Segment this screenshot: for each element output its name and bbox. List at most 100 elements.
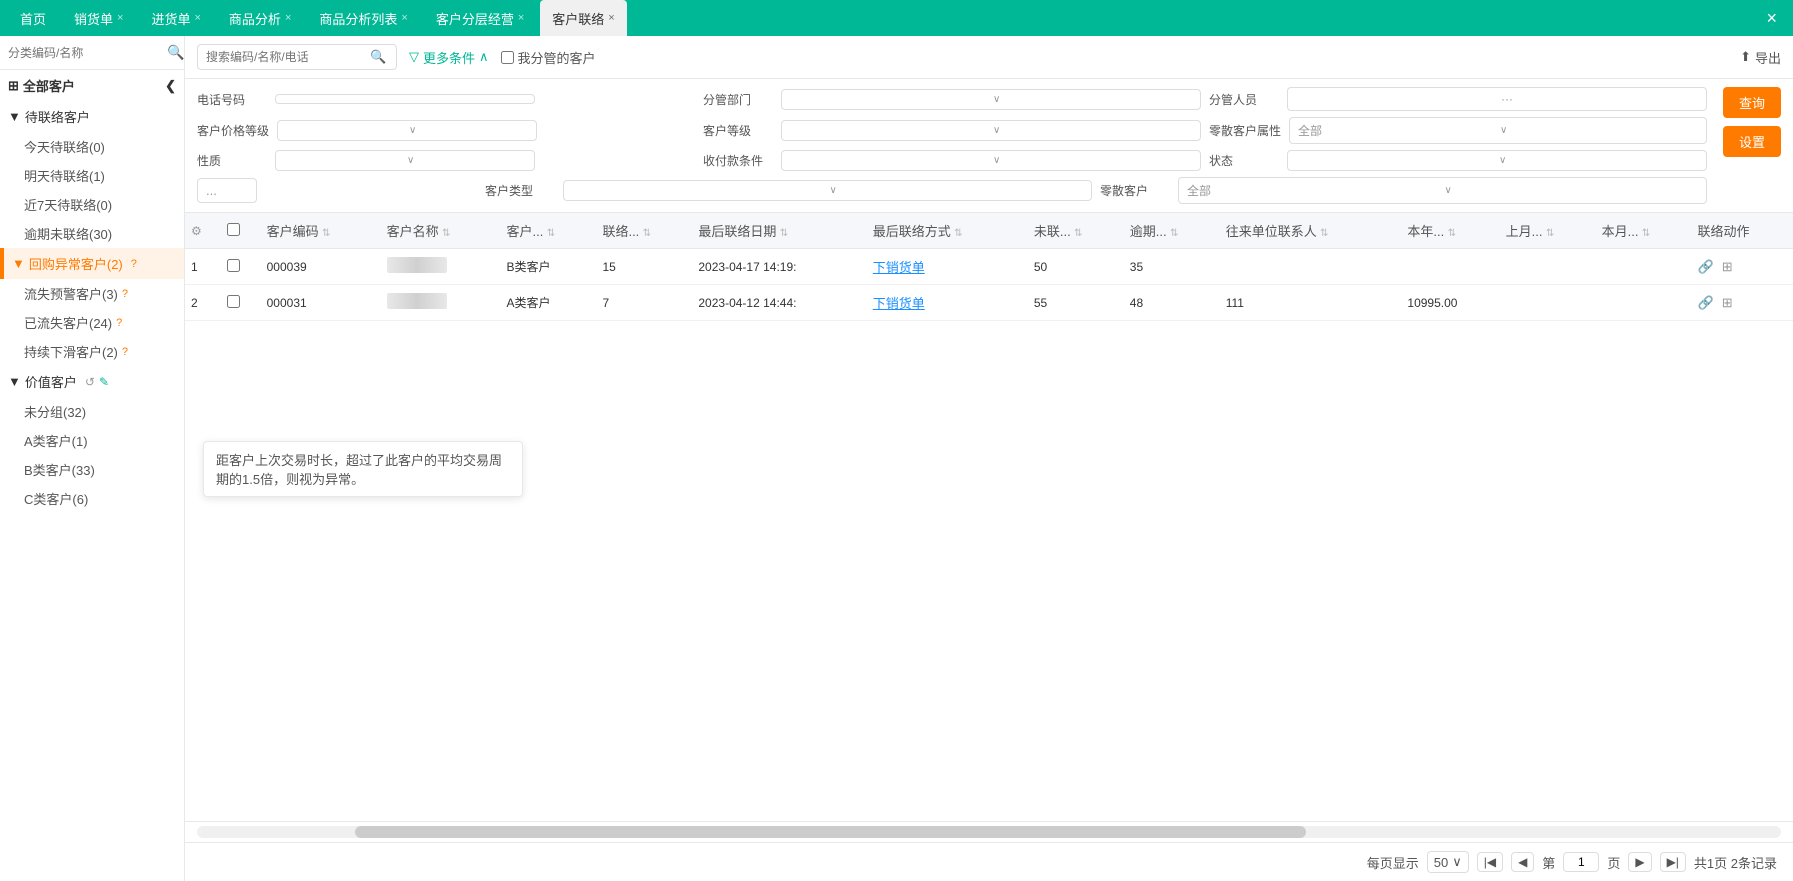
sidebar-item-churn-warning[interactable]: 流失预警客户(3) ? — [0, 279, 184, 308]
th-settings[interactable]: ⚙ — [185, 213, 221, 249]
my-customers-checkbox[interactable]: 我分管的客户 — [501, 48, 596, 67]
close-icon[interactable]: × — [518, 12, 524, 24]
sidebar-item-7days[interactable]: 近7天待联络(0) — [0, 190, 184, 219]
td-overdue: 48 — [1124, 285, 1220, 321]
filter-retail-customer-select[interactable]: 全部 ∨ — [1178, 177, 1707, 204]
filter-payment-select[interactable]: ∨ — [781, 150, 1201, 171]
close-icon[interactable]: × — [608, 12, 614, 24]
link-action-icon[interactable]: 🔗 — [1698, 295, 1714, 311]
filter-row-4: ... 客户类型 ∨ 零散客户 — [197, 177, 1707, 204]
help-icon-warn[interactable]: ? — [122, 288, 128, 300]
sidebar-section-value[interactable]: ▼ 价值客户 ↺ ✎ — [0, 366, 184, 397]
td-contacts — [1220, 249, 1402, 285]
filter-price-select[interactable]: ∨ — [277, 120, 537, 141]
filter-level-select[interactable]: ∨ — [781, 120, 1201, 141]
sidebar-item-churned[interactable]: 已流失客户(24) ? — [0, 308, 184, 337]
filter-area: 电话号码 分管部门 ∨ — [185, 79, 1793, 213]
next-page-button[interactable]: ▶ — [1628, 852, 1651, 872]
refresh-icon[interactable]: ↺ — [85, 375, 95, 389]
nav-tab-analysis[interactable]: 商品分析 × — [217, 0, 303, 36]
filter-status-select[interactable]: ∨ — [1287, 150, 1707, 171]
sidebar-item-rebuy-abnormal[interactable]: ▼ 回购异常客户(2) ? — [4, 248, 184, 279]
sidebar-item-today[interactable]: 今天待联络(0) — [0, 132, 184, 161]
filter-icon: ▽ — [409, 49, 419, 65]
th-type[interactable]: 客户... ⇅ — [501, 213, 597, 249]
filter-manager-select[interactable]: ··· — [1287, 87, 1707, 111]
page-input[interactable] — [1563, 852, 1599, 872]
th-last-method[interactable]: 最后联络方式 ⇅ — [867, 213, 1028, 249]
th-year[interactable]: 本年... ⇅ — [1401, 213, 1499, 249]
nav-tab-purchase[interactable]: 进货单 × — [139, 0, 212, 36]
filter-retail-select[interactable]: 全部 ∨ — [1289, 117, 1707, 144]
help-icon-declining[interactable]: ? — [122, 346, 128, 358]
th-name[interactable]: 客户名称 ⇅ — [381, 213, 501, 249]
sidebar-section-pending[interactable]: ▼ 待联络客户 — [0, 101, 184, 132]
sidebar-all-customers[interactable]: ⊞ 全部客户 ❮ — [0, 70, 184, 101]
nav-tab-home[interactable]: 首页 — [8, 0, 58, 36]
filter-phone-select[interactable] — [275, 94, 535, 104]
search-input[interactable] — [206, 50, 366, 64]
close-icon[interactable]: × — [285, 12, 291, 24]
filter-gender-select[interactable]: ∨ — [275, 150, 535, 171]
query-button[interactable]: 查询 — [1723, 87, 1781, 118]
export-button[interactable]: ⬆ 导出 — [1740, 48, 1781, 67]
horizontal-scrollbar[interactable] — [185, 821, 1793, 842]
help-icon-churned[interactable]: ? — [116, 317, 122, 329]
more-conditions-button[interactable]: ▽ 更多条件 ∧ — [409, 48, 489, 67]
search-icon[interactable]: 🔍 — [167, 44, 184, 61]
sidebar-item-ungroup[interactable]: 未分组(32) — [0, 397, 184, 426]
filter-customer-type-select[interactable]: ∨ — [563, 180, 1092, 201]
edit-icon[interactable]: ✎ — [99, 375, 109, 389]
row-checkbox[interactable] — [227, 295, 240, 308]
customer-name-blurred — [387, 257, 447, 273]
td-last-method[interactable]: 下销货单 — [867, 249, 1028, 285]
more-filter-dots[interactable]: ... — [197, 178, 257, 203]
row-checkbox[interactable] — [227, 259, 240, 272]
sidebar-item-overdue[interactable]: 逾期未联络(30) — [0, 219, 184, 248]
td-last-month — [1500, 249, 1596, 285]
td-name — [381, 285, 501, 321]
th-contact-count[interactable]: 联络... ⇅ — [596, 213, 692, 249]
scroll-thumb[interactable] — [355, 826, 1305, 838]
close-icon[interactable]: × — [401, 12, 407, 24]
prev-page-button[interactable]: ◀ — [1511, 852, 1534, 872]
th-overdue[interactable]: 逾期... ⇅ — [1124, 213, 1220, 249]
help-icon[interactable]: ? — [131, 258, 137, 270]
th-this-month[interactable]: 本月... ⇅ — [1596, 213, 1692, 249]
td-last-method[interactable]: 下销货单 — [867, 285, 1028, 321]
settings-button[interactable]: 设置 — [1723, 126, 1781, 157]
nav-tab-customer-layered[interactable]: 客户分层经营 × — [424, 0, 536, 36]
collapse-icon[interactable]: ❮ — [165, 78, 176, 94]
nav-tab-analysis-list[interactable]: 商品分析列表 × — [307, 0, 419, 36]
grid-action-icon[interactable]: ⊞ — [1722, 295, 1733, 311]
grid-action-icon[interactable]: ⊞ — [1722, 259, 1733, 275]
nav-tab-sales[interactable]: 销货单 × — [62, 0, 135, 36]
nav-tab-customer-contact[interactable]: 客户联络 × — [540, 0, 626, 36]
sidebar-item-b-class[interactable]: B类客户(33) — [0, 455, 184, 484]
th-last-date[interactable]: 最后联络日期 ⇅ — [692, 213, 866, 249]
sidebar-item-c-class[interactable]: C类客户(6) — [0, 484, 184, 513]
my-customers-check[interactable] — [501, 51, 514, 64]
sidebar-item-tomorrow[interactable]: 明天待联络(1) — [0, 161, 184, 190]
th-uncontacted[interactable]: 未联... ⇅ — [1028, 213, 1124, 249]
sidebar-item-a-class[interactable]: A类客户(1) — [0, 426, 184, 455]
th-contacts[interactable]: 往来单位联系人 ⇅ — [1220, 213, 1402, 249]
first-page-button[interactable]: |◀ — [1477, 852, 1503, 872]
link-action-icon[interactable]: 🔗 — [1698, 259, 1714, 275]
page-size-select[interactable]: 50 ∨ — [1427, 851, 1469, 873]
sidebar-search-input[interactable] — [8, 46, 163, 60]
close-icon[interactable]: × — [117, 12, 123, 24]
export-icon: ⬆ — [1740, 49, 1751, 65]
th-code[interactable]: 客户编码 ⇅ — [261, 213, 381, 249]
sidebar-item-declining[interactable]: 持续下滑客户(2) ? — [0, 337, 184, 366]
filter-dept-select[interactable]: ∨ — [781, 89, 1201, 110]
close-icon[interactable]: × — [194, 12, 200, 24]
more-icon[interactable]: ··· — [1501, 92, 1698, 106]
table-row: 1 000039 B类客户 15 2023-04-17 14:19: 下销货单 … — [185, 249, 1793, 285]
filter-status: 状态 ∨ — [1209, 150, 1707, 171]
th-last-month[interactable]: 上月... ⇅ — [1500, 213, 1596, 249]
close-all-button[interactable]: × — [1758, 8, 1785, 29]
last-page-button[interactable]: ▶| — [1660, 852, 1686, 872]
search-icon[interactable]: 🔍 — [370, 49, 386, 65]
select-all-checkbox[interactable] — [227, 223, 240, 236]
